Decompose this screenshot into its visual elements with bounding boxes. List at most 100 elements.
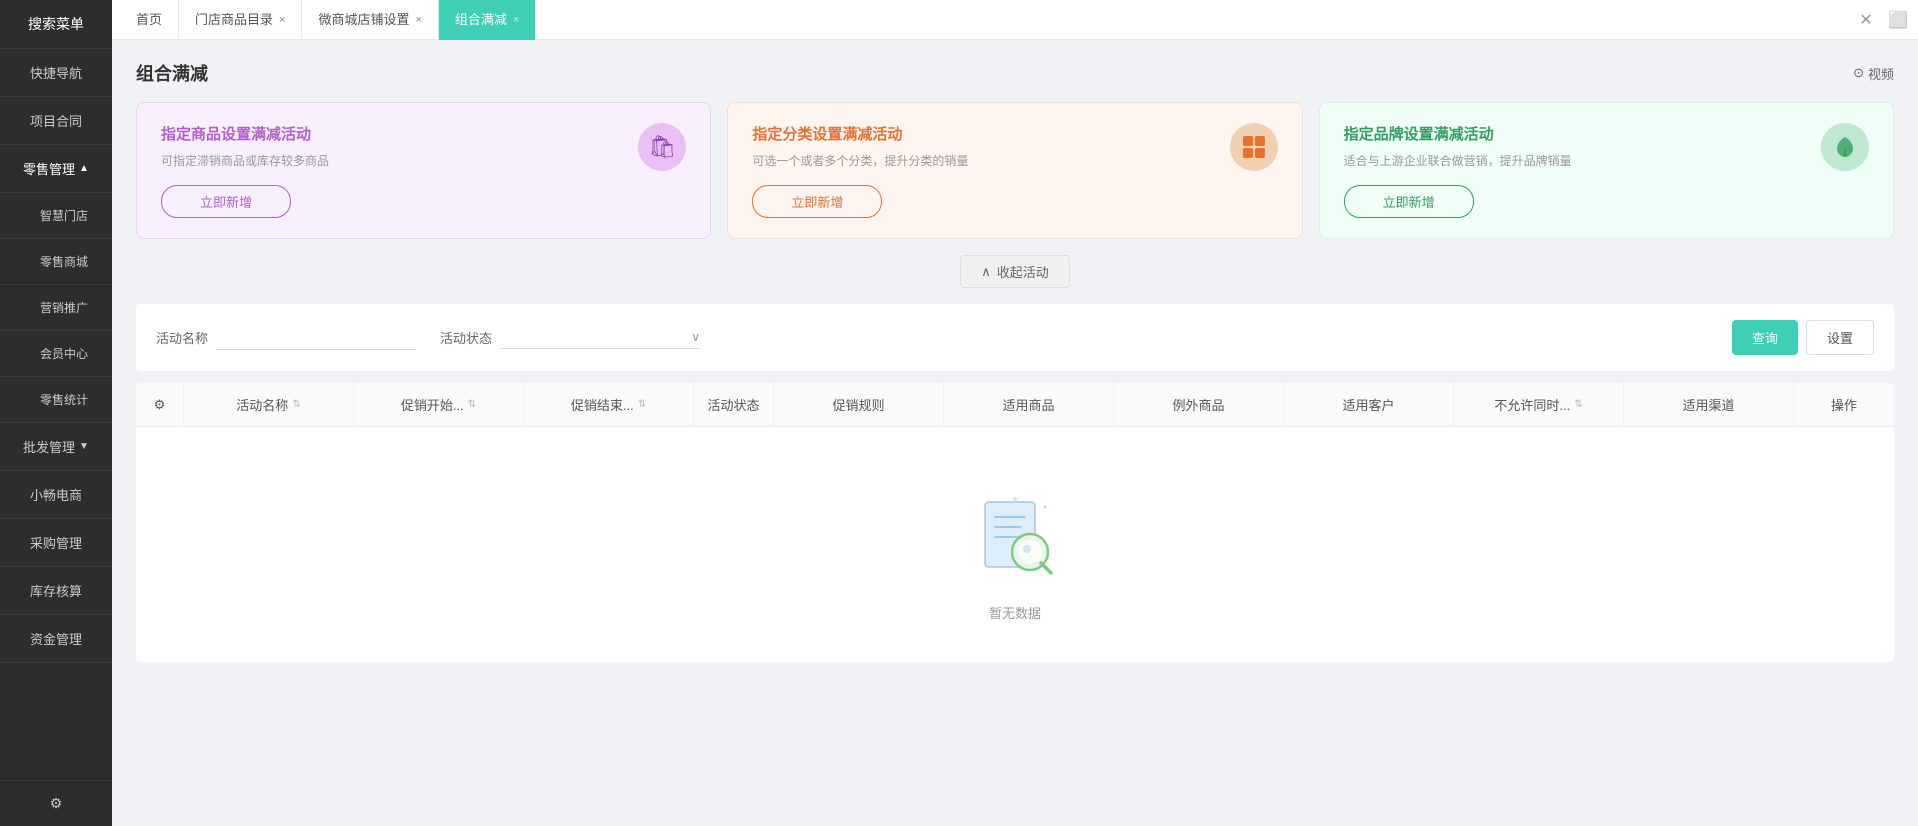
tab-label: 首页 bbox=[136, 0, 162, 40]
sidebar-item-fund-mgmt[interactable]: 资金管理 bbox=[0, 615, 112, 663]
th-operations: 操作 bbox=[1794, 383, 1894, 426]
th-gear[interactable]: ⚙ bbox=[136, 385, 184, 425]
maximize-window-button[interactable]: ⬜ bbox=[1886, 8, 1910, 32]
card-brand-title: 指定品牌设置满减活动 bbox=[1344, 123, 1869, 144]
empty-state: 暂无数据 bbox=[136, 427, 1894, 662]
chevron-down-icon: ▼ bbox=[79, 441, 89, 452]
table-header: ⚙ 活动名称 ⇅ 促销开始... ⇅ 促销结束... ⇅ 活动状态 bbox=[136, 383, 1894, 427]
sidebar-item-xiaochang-ecom[interactable]: 小畅电商 bbox=[0, 471, 112, 519]
card-product-discount: 指定商品设置满减活动 可指定滞销商品或库存较多商品 🛍 立即新增 bbox=[136, 102, 711, 239]
card-product-title: 指定商品设置满减活动 bbox=[161, 123, 686, 144]
sidebar-item-retail-mall[interactable]: 零售商城 bbox=[0, 239, 112, 285]
activity-status-field: 活动状态 ∨ bbox=[440, 326, 700, 349]
th-applicable-goods: 适用商品 bbox=[944, 383, 1114, 426]
close-icon[interactable]: × bbox=[513, 0, 519, 40]
sidebar-item-label: 零售管理 bbox=[23, 159, 75, 178]
close-icon[interactable]: × bbox=[279, 0, 285, 40]
sidebar-item-retail-mgmt[interactable]: 零售管理 ▲ bbox=[0, 145, 112, 193]
sort-icon[interactable]: ⇅ bbox=[1574, 399, 1582, 410]
th-activity-status: 活动状态 bbox=[694, 383, 774, 426]
tab-label: 门店商品目录 bbox=[195, 0, 273, 40]
sidebar-item-label: 会员中心 bbox=[40, 345, 88, 362]
sidebar-search[interactable]: 搜索菜单 bbox=[0, 0, 112, 49]
sidebar-item-quick-nav[interactable]: 快捷导航 bbox=[0, 49, 112, 97]
add-product-discount-button[interactable]: 立即新增 bbox=[161, 185, 291, 218]
sidebar-item-label: 零售统计 bbox=[40, 391, 88, 408]
sidebar-item-label: 小畅电商 bbox=[30, 485, 82, 504]
shopping-bag-icon: 🛍 bbox=[638, 123, 686, 171]
sidebar-item-project-contract[interactable]: 项目合同 bbox=[0, 97, 112, 145]
tab-bar: 首页 门店商品目录 × 微商城店铺设置 × 组合满减 × ✕ ⬜ bbox=[112, 0, 1918, 40]
tab-wechat-store-settings[interactable]: 微商城店铺设置 × bbox=[302, 0, 438, 40]
tab-label: 组合满减 bbox=[455, 0, 507, 40]
sidebar-item-label: 资金管理 bbox=[30, 629, 82, 648]
sidebar-item-wholesale-mgmt[interactable]: 批发管理 ▼ bbox=[0, 423, 112, 471]
th-no-concurrent: 不允许同时... ⇅ bbox=[1454, 383, 1624, 426]
activity-status-select[interactable]: ∨ bbox=[500, 326, 700, 349]
sidebar-item-smart-store[interactable]: 智慧门店 bbox=[0, 193, 112, 239]
card-category-desc: 可选一个或者多个分类，提升分类的销量 bbox=[752, 152, 1277, 169]
tab-home[interactable]: 首页 bbox=[120, 0, 179, 40]
chevron-down-icon: ∨ bbox=[691, 330, 700, 344]
add-category-discount-button[interactable]: 立即新增 bbox=[752, 185, 882, 218]
th-exception-goods: 例外商品 bbox=[1114, 383, 1284, 426]
gear-icon: ⚙ bbox=[50, 795, 63, 811]
activity-status-label: 活动状态 bbox=[440, 328, 492, 347]
sidebar-item-inventory-calc[interactable]: 库存核算 bbox=[0, 567, 112, 615]
chevron-up-icon: ∧ bbox=[981, 264, 991, 280]
th-applicable-channels: 适用渠道 bbox=[1624, 383, 1794, 426]
search-area: 活动名称 活动状态 ∨ 查询 设置 bbox=[136, 304, 1894, 371]
tab-label: 微商城店铺设置 bbox=[318, 0, 409, 40]
card-category-title: 指定分类设置满减活动 bbox=[752, 123, 1277, 144]
card-brand-desc: 适合与上游企业联合做营销，提升品牌销量 bbox=[1344, 152, 1869, 169]
th-activity-name: 活动名称 ⇅ bbox=[184, 383, 354, 426]
empty-text: 暂无数据 bbox=[989, 603, 1041, 622]
activity-name-input[interactable] bbox=[216, 326, 416, 350]
page-title: 组合满减 bbox=[136, 60, 208, 86]
sidebar-item-label: 快捷导航 bbox=[30, 63, 82, 82]
search-buttons: 查询 设置 bbox=[1732, 320, 1874, 355]
cards-row: 指定商品设置满减活动 可指定滞销商品或库存较多商品 🛍 立即新增 指定分类设置满… bbox=[136, 102, 1894, 239]
query-button[interactable]: 查询 bbox=[1732, 320, 1798, 355]
sidebar: 搜索菜单 快捷导航 项目合同 零售管理 ▲ 智慧门店 零售商城 营销推广 会员中… bbox=[0, 0, 112, 826]
sort-icon[interactable]: ⇅ bbox=[292, 399, 300, 410]
sidebar-settings[interactable]: ⚙ bbox=[0, 780, 112, 826]
video-link-label: 视频 bbox=[1868, 64, 1894, 83]
tab-right-controls: ✕ ⬜ bbox=[1854, 8, 1910, 32]
tab-combo-discount[interactable]: 组合满减 × bbox=[439, 0, 536, 40]
sidebar-item-retail-stats[interactable]: 零售统计 bbox=[0, 377, 112, 423]
sidebar-item-label: 零售商城 bbox=[40, 253, 88, 270]
sidebar-item-label: 智慧门店 bbox=[40, 207, 88, 224]
th-promo-end: 促销结束... ⇅ bbox=[524, 383, 694, 426]
close-icon[interactable]: × bbox=[415, 0, 421, 40]
sidebar-item-member-center[interactable]: 会员中心 bbox=[0, 331, 112, 377]
data-table: ⚙ 活动名称 ⇅ 促销开始... ⇅ 促销结束... ⇅ 活动状态 bbox=[136, 383, 1894, 662]
collapse-activities-button[interactable]: ∧ 收起活动 bbox=[960, 255, 1070, 288]
leaf-icon bbox=[1821, 123, 1869, 171]
sort-icon[interactable]: ⇅ bbox=[638, 399, 646, 410]
sort-icon[interactable]: ⇅ bbox=[468, 399, 476, 410]
video-link[interactable]: ⊙ 视频 bbox=[1853, 64, 1894, 83]
sidebar-item-label: 批发管理 bbox=[23, 437, 75, 456]
play-circle-icon: ⊙ bbox=[1853, 65, 1864, 81]
empty-illustration bbox=[965, 487, 1065, 587]
sidebar-item-label: 项目合同 bbox=[30, 111, 82, 130]
card-category-discount: 指定分类设置满减活动 可选一个或者多个分类，提升分类的销量 立即新增 bbox=[727, 102, 1302, 239]
sidebar-item-label: 营销推广 bbox=[40, 299, 88, 316]
chevron-up-icon: ▲ bbox=[79, 163, 89, 174]
grid-icon bbox=[1230, 123, 1278, 171]
collapse-bar: ∧ 收起活动 bbox=[136, 255, 1894, 288]
tab-store-catalog[interactable]: 门店商品目录 × bbox=[179, 0, 302, 40]
sidebar-item-marketing[interactable]: 营销推广 bbox=[0, 285, 112, 331]
activity-name-label: 活动名称 bbox=[156, 328, 208, 347]
sidebar-item-purchase-mgmt[interactable]: 采购管理 bbox=[0, 519, 112, 567]
sidebar-item-label: 采购管理 bbox=[30, 533, 82, 552]
settings-button[interactable]: 设置 bbox=[1806, 320, 1874, 355]
main-area: 首页 门店商品目录 × 微商城店铺设置 × 组合满减 × ✕ ⬜ 组合满减 ⊙ … bbox=[112, 0, 1918, 826]
activity-name-field: 活动名称 bbox=[156, 326, 416, 350]
close-window-button[interactable]: ✕ bbox=[1854, 8, 1878, 32]
main-content: 组合满减 ⊙ 视频 指定商品设置满减活动 可指定滞销商品或库存较多商品 🛍 立即… bbox=[112, 40, 1918, 826]
gear-icon: ⚙ bbox=[154, 397, 166, 413]
collapse-btn-label: 收起活动 bbox=[997, 262, 1049, 281]
add-brand-discount-button[interactable]: 立即新增 bbox=[1344, 185, 1474, 218]
